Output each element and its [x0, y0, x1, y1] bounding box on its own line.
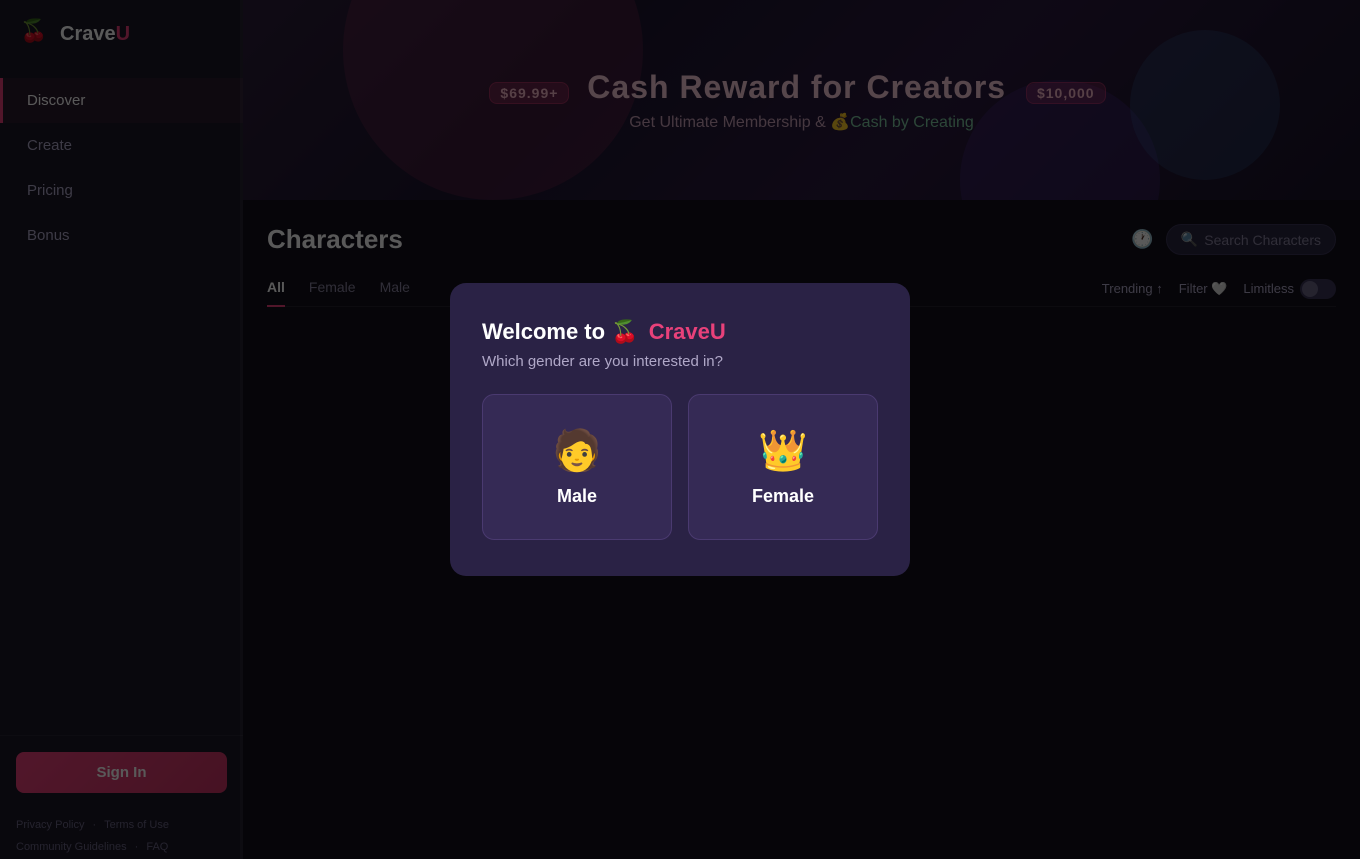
- modal-brand-name: CraveU: [649, 319, 726, 344]
- male-label: Male: [557, 486, 597, 507]
- modal-title-prefix: Welcome to: [482, 319, 605, 344]
- modal-title: Welcome to 🍒 CraveU: [482, 319, 878, 345]
- gender-card-male[interactable]: 🧑 Male: [482, 394, 672, 540]
- modal-subtitle: Which gender are you interested in?: [482, 353, 878, 370]
- male-emoji: 🧑: [552, 427, 602, 474]
- modal-title-icon: 🍒: [611, 319, 645, 344]
- modal-overlay[interactable]: Welcome to 🍒 CraveU Which gender are you…: [0, 0, 1360, 859]
- female-emoji: 👑: [758, 427, 808, 474]
- gender-modal: Welcome to 🍒 CraveU Which gender are you…: [450, 283, 910, 576]
- gender-options: 🧑 Male 👑 Female: [482, 394, 878, 540]
- female-label: Female: [752, 486, 814, 507]
- gender-card-female[interactable]: 👑 Female: [688, 394, 878, 540]
